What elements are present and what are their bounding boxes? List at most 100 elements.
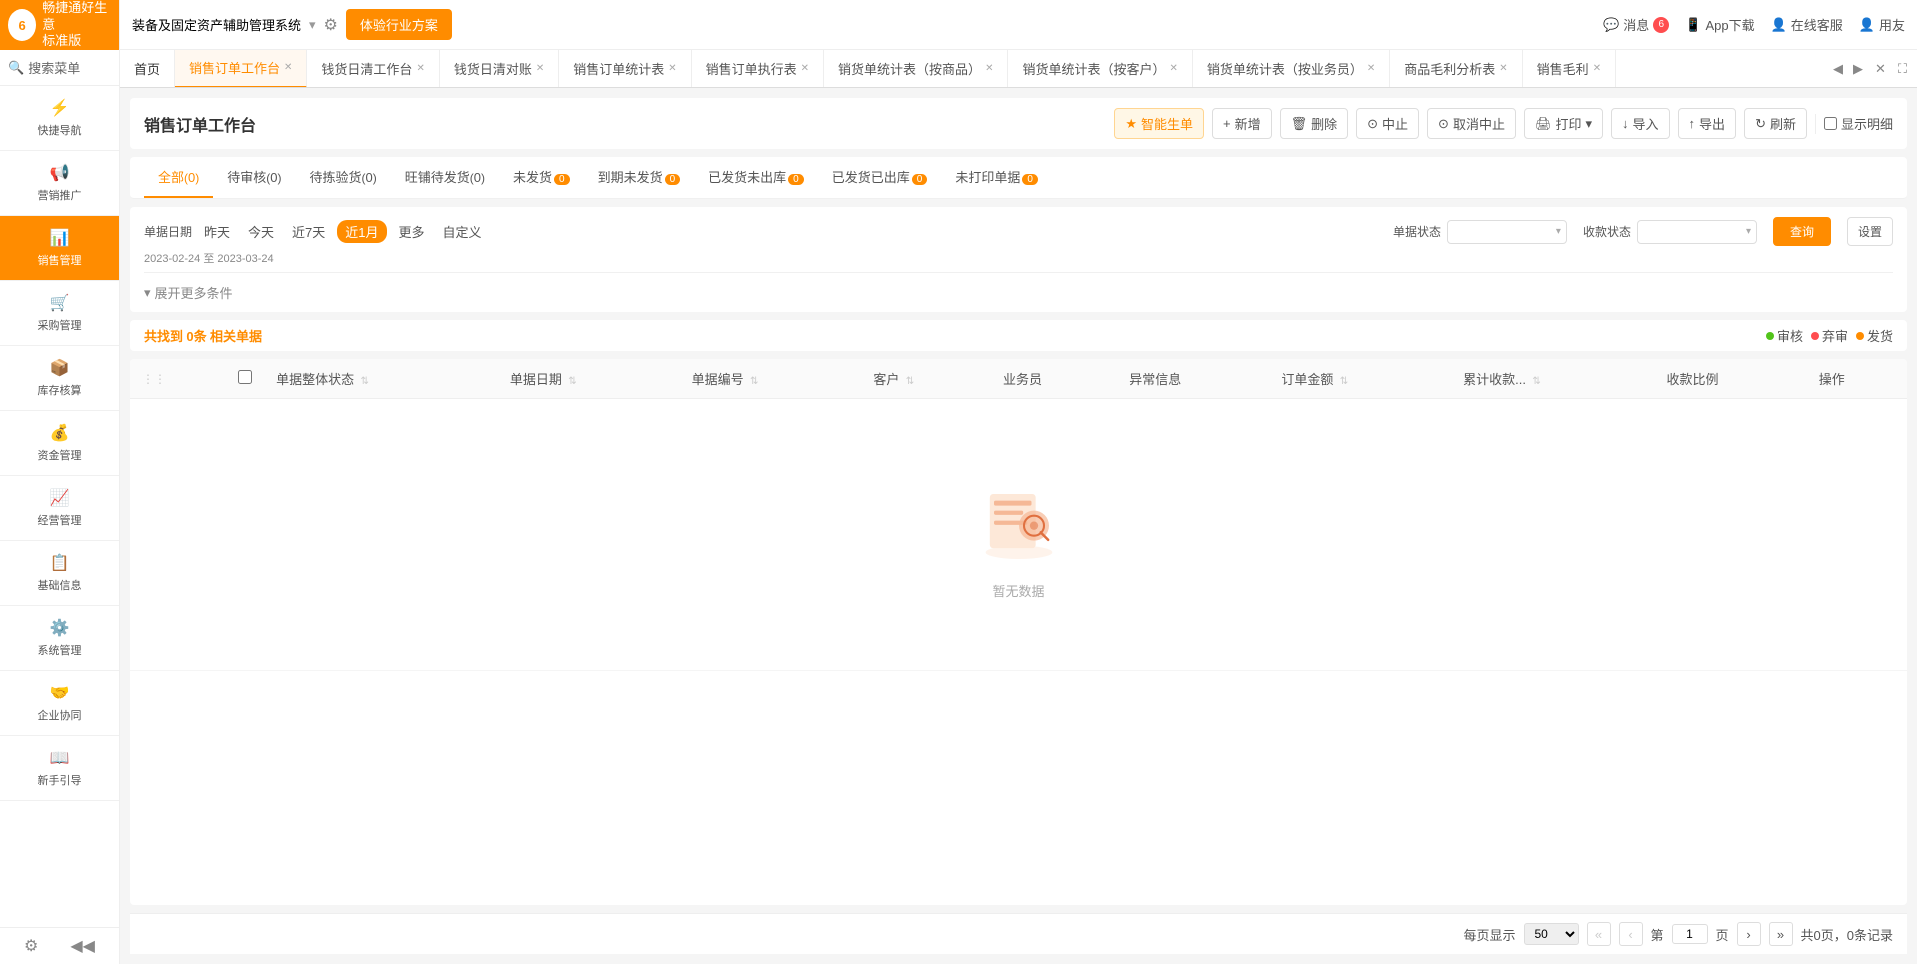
page-last-btn[interactable]: » [1769,922,1793,946]
tab-close-all-btn[interactable]: ✕ [1869,59,1892,79]
ship-btn[interactable]: 发货 [1856,326,1893,345]
sort-collected-icon[interactable]: ⇅ [1532,376,1540,387]
sidebar-item-enterprise[interactable]: 🤝 企业协同 [0,671,119,736]
sidebar-item-guide[interactable]: 📖 新手引导 [0,736,119,801]
sidebar-item-marketing[interactable]: 📢 营销推广 [0,151,119,216]
tab-close-sales-gross[interactable]: ✕ [1593,63,1601,74]
tab-close-goods-profit[interactable]: ✕ [1499,63,1507,74]
tab-sales-exec[interactable]: 销售订单执行表 ✕ [692,50,824,88]
sub-tab-shipped-out[interactable]: 已发货已出库0 [818,157,942,198]
date-btn-today[interactable]: 今天 [242,220,280,243]
query-button[interactable]: 查询 [1773,217,1831,246]
sub-tab-all[interactable]: 全部(0) [144,157,213,198]
cancel-audit-btn[interactable]: 弃审 [1811,326,1848,345]
sidebar-item-operation[interactable]: 📈 经营管理 [0,476,119,541]
print-button[interactable]: 🖨 打印 ▾ [1524,108,1603,139]
tab-sales-gross[interactable]: 销售毛利 ✕ [1523,50,1616,88]
add-button[interactable]: + 新增 [1212,108,1272,139]
tab-close-sales-cust-stat[interactable]: ✕ [1169,63,1177,74]
tab-sales-cust-stat[interactable]: 销货单统计表（按客户） ✕ [1008,50,1192,88]
smart-create-button[interactable]: ★ 智能生单 [1114,108,1204,139]
service-icon: 👤 [1771,17,1787,33]
sidebar-item-quick[interactable]: ⚡ 快捷导航 [0,86,119,151]
sidebar-item-inventory[interactable]: 📦 库存核算 [0,346,119,411]
sub-tab-pending-inspect[interactable]: 待拣验货(0) [296,157,391,198]
page-prev-btn[interactable]: ‹ [1619,922,1643,946]
sidebar-item-purchase[interactable]: 🛒 采购管理 [0,281,119,346]
tab-goods-profit[interactable]: 商品毛利分析表 ✕ [1390,50,1522,88]
topbar-gear-icon[interactable]: ⚙ [324,15,338,35]
search-menu[interactable]: 🔍 搜索菜单 [0,50,119,86]
expand-btn[interactable]: ▾ 展开更多条件 [144,283,1893,302]
system-dropdown[interactable]: ▾ [309,17,316,33]
th-salesperson: 业务员 [991,359,1117,399]
show-detail-checkbox[interactable]: 显示明细 [1824,114,1893,133]
tab-cash-reconcile[interactable]: 钱货日清对账 ✕ [440,50,559,88]
sidebar-logo: 6 畅捷通好生意 标准版 [0,0,119,50]
tab-close-sales-exec[interactable]: ✕ [801,63,809,74]
app-download-btn[interactable]: 📱 App下载 [1685,15,1754,34]
sub-tab-not-shipped[interactable]: 未发货0 [499,157,584,198]
payment-select[interactable] [1637,220,1757,244]
tab-expand-btn[interactable]: ⛶ [1894,59,1911,79]
date-btn-yesterday[interactable]: 昨天 [198,220,236,243]
sales-icon: 📊 [50,228,70,248]
import-button[interactable]: ↓ 导入 [1611,108,1670,139]
export-button[interactable]: ↑ 导出 [1678,108,1737,139]
page-size-select[interactable]: 10 20 50 100 [1524,923,1579,945]
table-header: ⋮⋮ 单据整体状态 ⇅ 单据日期 ⇅ 单据编号 [130,359,1907,399]
sidebar-item-basic[interactable]: 📋 基础信息 [0,541,119,606]
message-btn[interactable]: 💬 消息 6 [1603,15,1669,34]
tab-sales-staff-stat[interactable]: 销货单统计表（按业务员） ✕ [1193,50,1390,88]
sort-amount-icon[interactable]: ⇅ [1340,376,1348,387]
sort-status-icon[interactable]: ⇅ [360,376,368,387]
settings-icon[interactable]: ⚙ [24,936,38,956]
page-input[interactable] [1672,924,1708,944]
sort-date-icon[interactable]: ⇅ [568,376,576,387]
sidebar-item-system[interactable]: ⚙️ 系统管理 [0,606,119,671]
page-next-btn[interactable]: › [1737,922,1761,946]
tab-sales-stat[interactable]: 销售订单统计表 ✕ [559,50,691,88]
date-btn-custom[interactable]: 自定义 [437,220,488,243]
sidebar-item-sales[interactable]: 📊 销售管理 [0,216,119,281]
sub-tab-overdue-not-shipped[interactable]: 到期未发货0 [584,157,695,198]
search-icon: 🔍 [8,60,24,76]
settings-button[interactable]: 设置 [1847,217,1893,246]
tab-prev-btn[interactable]: ◀ [1829,59,1847,79]
delete-button[interactable]: 🗑 删除 [1280,108,1349,139]
stop-button[interactable]: ⊙ 中止 [1356,108,1419,139]
page-first-btn[interactable]: « [1587,922,1611,946]
cancel-stop-button[interactable]: ⊙ 取消中止 [1427,108,1516,139]
tab-sales-workbench[interactable]: 销售订单工作台 ✕ [175,50,307,88]
tab-close-sales-staff-stat[interactable]: ✕ [1367,63,1375,74]
audit-btn[interactable]: 审核 [1766,326,1803,345]
th-date: 单据日期 ⇅ [498,359,680,399]
solution-button[interactable]: 体验行业方案 [346,9,452,40]
tab-close-sales-prod-stat[interactable]: ✕ [985,63,993,74]
sub-tab-pending-review[interactable]: 待审核(0) [213,157,295,198]
sub-tab-shipped-not-out[interactable]: 已发货未出库0 [694,157,818,198]
sub-tab-wangpu[interactable]: 旺铺待发货(0) [391,157,499,198]
collapse-icon[interactable]: ◀◀ [70,936,95,956]
status-select[interactable] [1447,220,1567,244]
sort-no-icon[interactable]: ⇅ [750,376,758,387]
online-service-btn[interactable]: 👤 在线客服 [1771,15,1843,34]
sort-customer-icon[interactable]: ⇅ [906,376,914,387]
refresh-button[interactable]: ↻ 刷新 [1744,108,1807,139]
sidebar-item-finance[interactable]: 💰 资金管理 [0,411,119,476]
tab-cash-daily[interactable]: 钱货日清工作台 ✕ [307,50,439,88]
date-btn-1month[interactable]: 近1月 [337,220,386,243]
tab-close-cash-daily[interactable]: ✕ [416,63,424,74]
th-check [226,359,264,399]
user-btn[interactable]: 👤 用友 [1859,15,1905,34]
tab-home[interactable]: 首页 [120,50,175,88]
sub-tab-not-printed[interactable]: 未打印单据0 [941,157,1052,198]
tab-close-sales-workbench[interactable]: ✕ [284,62,292,73]
date-btn-more[interactable]: 更多 [393,220,431,243]
tab-sales-prod-stat[interactable]: 销货单统计表（按商品） ✕ [824,50,1008,88]
tab-next-btn[interactable]: ▶ [1849,59,1867,79]
tab-close-cash-reconcile[interactable]: ✕ [536,63,544,74]
tab-close-sales-stat[interactable]: ✕ [668,63,676,74]
date-btn-7days[interactable]: 近7天 [286,220,331,243]
select-all-checkbox[interactable] [238,370,252,384]
